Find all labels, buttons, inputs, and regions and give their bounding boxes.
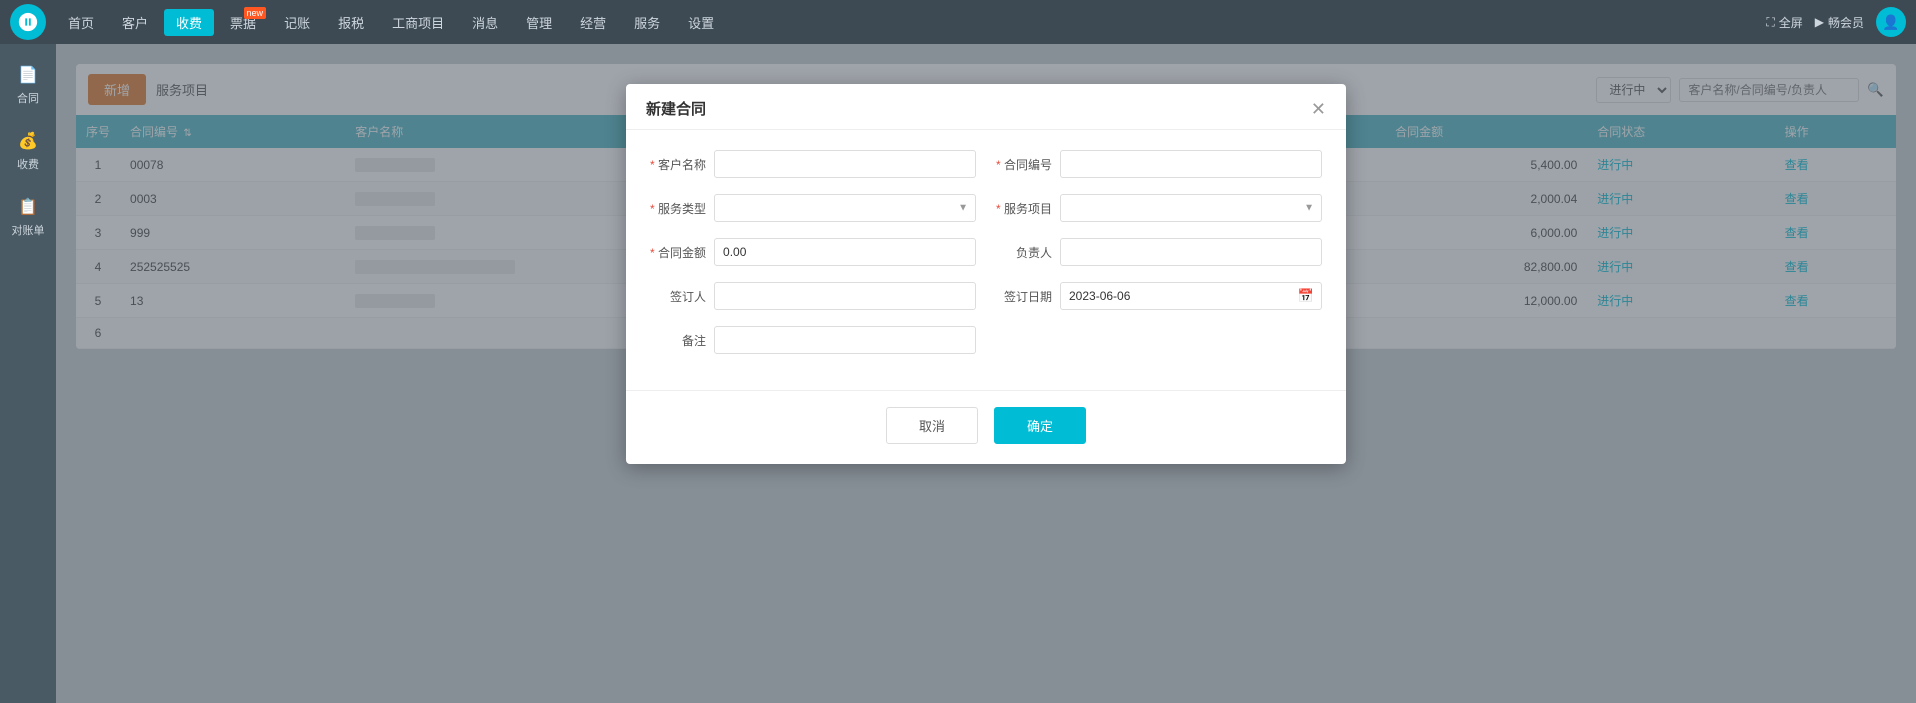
dialog-title: 新建合同	[646, 98, 706, 119]
customer-name-label: 客户名称	[650, 156, 706, 173]
nav-operations[interactable]: 经营	[568, 9, 618, 36]
dialog-footer: 取消 确定	[626, 390, 1346, 464]
sign-date-input[interactable]	[1060, 282, 1322, 310]
confirm-button[interactable]: 确定	[994, 407, 1086, 444]
field-service-type: 服务类型 ▼	[650, 194, 976, 222]
member-icon: ▶	[1815, 15, 1824, 29]
sign-date-label: 签订日期	[996, 288, 1052, 305]
dialog-header: 新建合同 ✕	[626, 84, 1346, 130]
form-row-5: 备注	[650, 326, 1322, 354]
field-person-in-charge: 负责人	[996, 238, 1322, 266]
field-service-item: 服务项目 ▼	[996, 194, 1322, 222]
content-area: 新增 服务项目 进行中 已完成 已终止 🔍 序号 合同编	[56, 44, 1916, 703]
service-type-select[interactable]	[714, 194, 976, 222]
signer-label: 签订人	[650, 288, 706, 305]
main-layout: 📄 合同 💰 收费 📋 对账单 新增 服务项目 进行中 已完成 已终止	[0, 44, 1916, 703]
sign-date-wrap: 📅	[1060, 282, 1322, 310]
field-contract-no: 合同编号	[996, 150, 1322, 178]
field-sign-date: 签订日期 📅	[996, 282, 1322, 310]
contract-amount-input[interactable]	[714, 238, 976, 266]
user-avatar[interactable]: 👤	[1876, 7, 1906, 37]
person-in-charge-label: 负责人	[996, 244, 1052, 261]
nav-admin[interactable]: 管理	[514, 9, 564, 36]
dialog-close-button[interactable]: ✕	[1311, 100, 1326, 118]
sidebar-item-reconciliation[interactable]: 📋 对账单	[0, 186, 56, 248]
field-signer: 签订人	[650, 282, 976, 310]
sidebar-item-fees[interactable]: 💰 收费	[0, 120, 56, 182]
nav-settings[interactable]: 设置	[676, 9, 726, 36]
form-row-4: 签订人 签订日期 📅	[650, 282, 1322, 310]
top-nav: 首页 客户 收费 票据 new 记账 报税 工商项目 消息 管理 经营 服务 设…	[0, 0, 1916, 44]
nav-fees[interactable]: 收费	[164, 9, 214, 36]
signer-input[interactable]	[714, 282, 976, 310]
remarks-label: 备注	[650, 332, 706, 349]
modal-overlay: 新建合同 ✕ 客户名称 合同编号	[56, 44, 1916, 703]
service-item-select[interactable]	[1060, 194, 1322, 222]
reconciliation-icon: 📋	[17, 196, 39, 218]
sidebar: 📄 合同 💰 收费 📋 对账单	[0, 44, 56, 703]
fullscreen-button[interactable]: ⛶ 全屏	[1766, 14, 1802, 31]
dialog-body: 客户名称 合同编号 服务类型	[626, 130, 1346, 390]
contract-amount-label: 合同金额	[650, 244, 706, 261]
sidebar-item-reconciliation-label: 对账单	[12, 222, 45, 238]
sidebar-item-contract[interactable]: 📄 合同	[0, 54, 56, 116]
nav-customer[interactable]: 客户	[110, 9, 160, 36]
service-item-field-label: 服务项目	[996, 200, 1052, 217]
sidebar-item-fees-label: 收费	[17, 156, 39, 172]
contract-no-label: 合同编号	[996, 156, 1052, 173]
nav-services[interactable]: 服务	[622, 9, 672, 36]
service-type-label: 服务类型	[650, 200, 706, 217]
new-contract-dialog: 新建合同 ✕ 客户名称 合同编号	[626, 84, 1346, 464]
nav-messages[interactable]: 消息	[460, 9, 510, 36]
member-button[interactable]: ▶ 畅会员	[1815, 14, 1864, 31]
cancel-button[interactable]: 取消	[886, 407, 978, 444]
remarks-input[interactable]	[714, 326, 976, 354]
fullscreen-icon: ⛶	[1766, 15, 1774, 30]
customer-name-input[interactable]	[714, 150, 976, 178]
new-badge: new	[244, 7, 267, 19]
top-nav-right: ⛶ 全屏 ▶ 畅会员 👤	[1766, 7, 1906, 37]
fees-icon: 💰	[17, 130, 39, 152]
nav-tax[interactable]: 报税	[326, 9, 376, 36]
field-remarks: 备注	[650, 326, 976, 354]
logo[interactable]	[10, 4, 46, 40]
contract-icon: 📄	[17, 64, 39, 86]
fullscreen-label: 全屏	[1779, 14, 1803, 31]
sidebar-item-contract-label: 合同	[17, 90, 39, 106]
person-in-charge-input[interactable]	[1060, 238, 1322, 266]
contract-no-input[interactable]	[1060, 150, 1322, 178]
field-customer-name: 客户名称	[650, 150, 976, 178]
service-type-wrap: ▼	[714, 194, 976, 222]
nav-items: 首页 客户 收费 票据 new 记账 报税 工商项目 消息 管理 经营 服务 设…	[56, 9, 1766, 36]
form-row-1: 客户名称 合同编号	[650, 150, 1322, 178]
nav-business[interactable]: 工商项目	[380, 9, 456, 36]
member-label: 畅会员	[1828, 14, 1864, 31]
form-row-3: 合同金额 负责人	[650, 238, 1322, 266]
nav-bookkeeping[interactable]: 记账	[272, 9, 322, 36]
service-item-wrap: ▼	[1060, 194, 1322, 222]
field-contract-amount: 合同金额	[650, 238, 976, 266]
form-row-2: 服务类型 ▼ 服务项目 ▼	[650, 194, 1322, 222]
nav-home[interactable]: 首页	[56, 9, 106, 36]
nav-bills[interactable]: 票据 new	[218, 9, 268, 36]
